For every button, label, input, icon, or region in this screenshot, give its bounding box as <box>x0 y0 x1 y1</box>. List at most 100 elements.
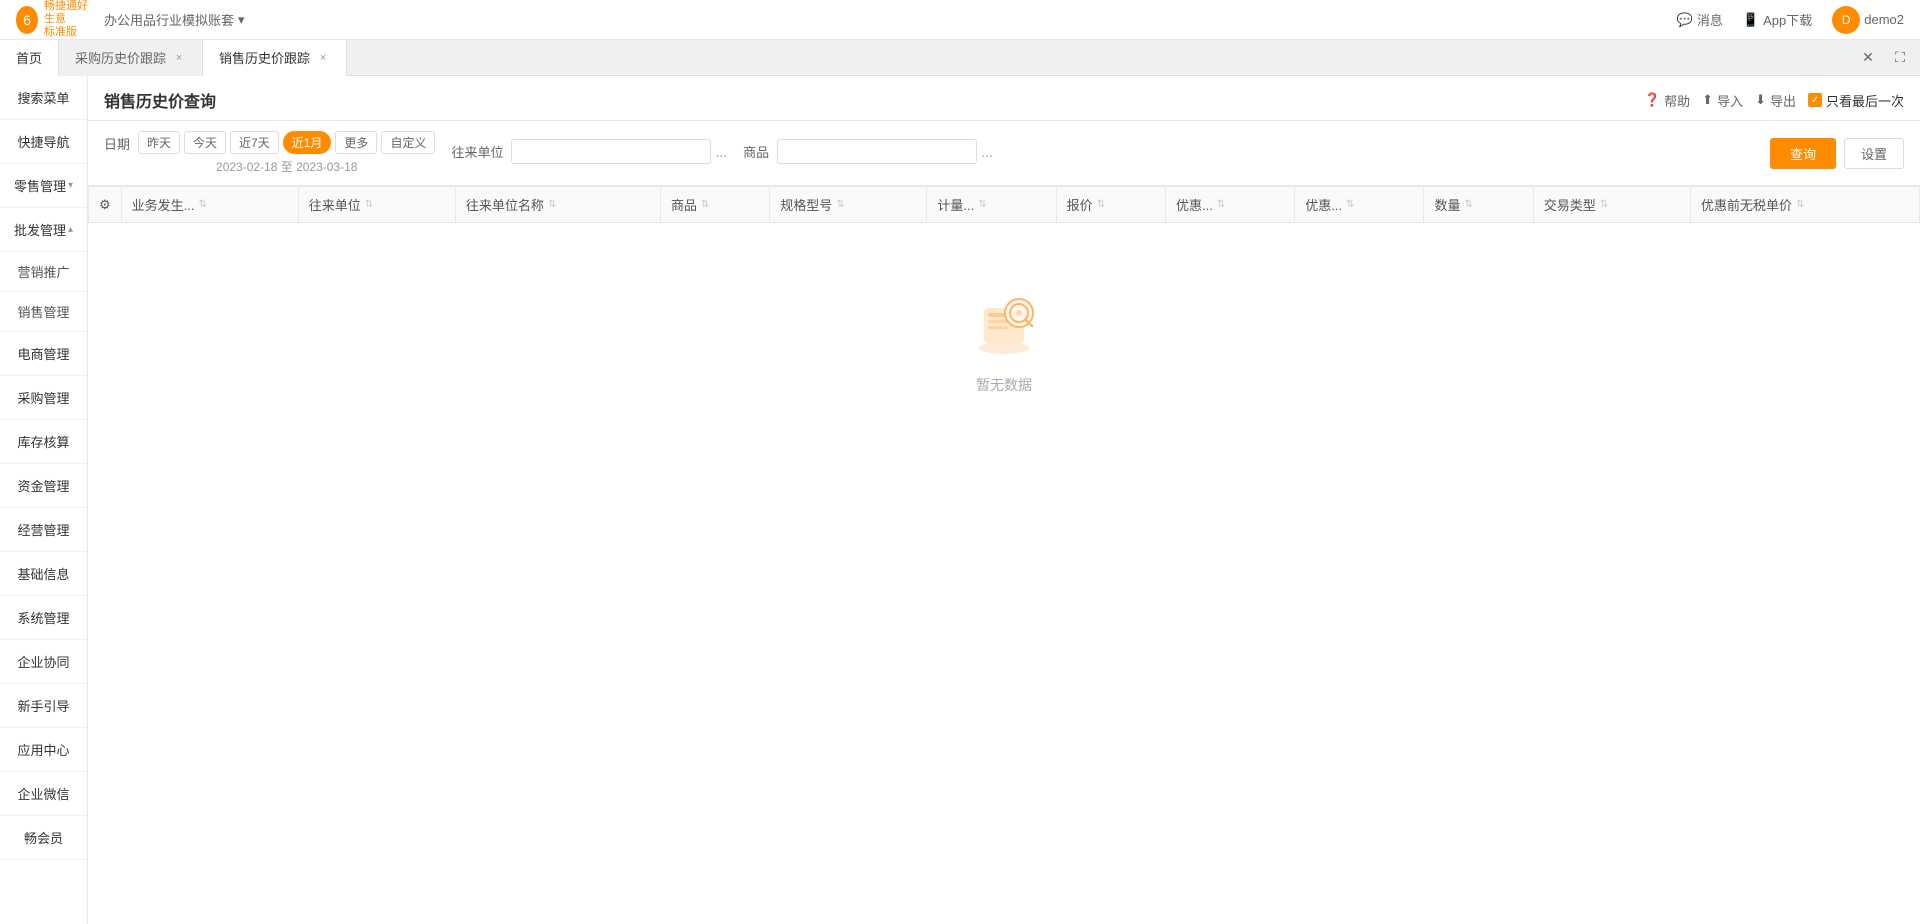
date-btn-1month[interactable]: 近1月 <box>283 131 332 154</box>
product-input-group: ... <box>777 139 993 164</box>
download-icon: 📱 <box>1743 12 1759 28</box>
checkbox-icon: ✓ <box>1808 93 1822 107</box>
date-filter-group: 日期 昨天 今天 近7天 近1月 更多 自定义 2023-02-18 至 202… <box>104 131 435 175</box>
date-btn-yesterday[interactable]: 昨天 <box>138 131 180 154</box>
import-button[interactable]: ⬆ 导入 <box>1702 91 1743 110</box>
th-settings[interactable]: ⚙ <box>89 187 122 223</box>
page-header: 销售历史价查询 ❓ 帮助 ⬆ 导入 ⬇ 导出 ✓ 只看最后一次 <box>88 76 1920 121</box>
th-pre-tax-price[interactable]: 优惠前无税单价⇅ <box>1690 187 1919 223</box>
sidebar-item-marketing[interactable]: 营销推广 <box>0 252 87 292</box>
sort-icon: ⇅ <box>1600 199 1608 210</box>
data-table: ⚙ 业务发生...⇅ 往来单位⇅ 往来单位名称⇅ 商品⇅ <box>88 186 1920 223</box>
th-product[interactable]: 商品⇅ <box>660 187 769 223</box>
only-last-checkbox[interactable]: ✓ 只看最后一次 <box>1808 91 1904 110</box>
customer-dots-button[interactable]: ... <box>715 144 727 160</box>
customer-label: 往来单位 <box>451 139 503 167</box>
main-layout: 搜索菜单 快捷导航 零售管理 ▾ 批发管理 ▴ 营销推广 销售管理 电商管理 采… <box>0 76 1920 924</box>
tab-sales-history[interactable]: 销售历史价跟踪 × <box>203 40 347 76</box>
query-button[interactable]: 查询 <box>1770 138 1836 169</box>
product-dots-button[interactable]: ... <box>981 144 993 160</box>
sidebar-item-enterprise-wechat[interactable]: 企业微信 <box>0 772 87 816</box>
sidebar-item-purchase[interactable]: 采购管理 <box>0 376 87 420</box>
th-customer-name[interactable]: 往来单位名称⇅ <box>455 187 660 223</box>
sidebar-item-system[interactable]: 系统管理 <box>0 596 87 640</box>
sort-icon: ⇅ <box>1217 199 1225 210</box>
th-quote[interactable]: 报价⇅ <box>1056 187 1165 223</box>
date-btn-today[interactable]: 今天 <box>184 131 226 154</box>
sidebar-item-retail-mgmt[interactable]: 零售管理 ▾ <box>0 164 87 208</box>
chevron-down-icon: ▾ <box>238 12 245 28</box>
header-left: 6 畅捷通好生意 标准版 办公用品行业模拟账套 ▾ <box>16 0 245 39</box>
help-button[interactable]: ❓ 帮助 <box>1644 91 1690 110</box>
empty-text: 暂无数据 <box>976 375 1032 395</box>
sidebar-item-wholesale-mgmt[interactable]: 批发管理 ▴ <box>0 208 87 252</box>
th-biz-date[interactable]: 业务发生...⇅ <box>121 187 298 223</box>
date-range-text: 2023-02-18 至 2023-03-18 <box>216 158 357 175</box>
user-menu[interactable]: D demo2 <box>1832 6 1904 34</box>
filter-area: 日期 昨天 今天 近7天 近1月 更多 自定义 2023-02-18 至 202… <box>88 121 1920 186</box>
tab-purchase-history[interactable]: 采购历史价跟踪 × <box>59 40 203 76</box>
export-icon: ⬇ <box>1755 92 1766 108</box>
empty-state: 暂无数据 <box>88 223 1920 455</box>
th-discount2[interactable]: 优惠...⇅ <box>1295 187 1424 223</box>
query-action-row: 查询 设置 <box>1770 138 1904 169</box>
sidebar-item-operations[interactable]: 经营管理 <box>0 508 87 552</box>
maximize-button[interactable]: ⛶ <box>1888 46 1912 70</box>
th-customer-code[interactable]: 往来单位⇅ <box>298 187 455 223</box>
header-right: 💬 消息 📱 App下载 D demo2 <box>1677 6 1904 34</box>
sidebar-item-finance[interactable]: 资金管理 <box>0 464 87 508</box>
customer-filter-group: 往来单位 ... <box>451 139 727 167</box>
product-input[interactable] <box>777 139 977 164</box>
sidebar-item-inventory[interactable]: 库存核算 <box>0 420 87 464</box>
customer-input-group: ... <box>511 139 727 164</box>
sidebar-item-app-center[interactable]: 应用中心 <box>0 728 87 772</box>
sidebar-item-member[interactable]: 畅会员 <box>0 816 87 860</box>
tab-close-purchase[interactable]: × <box>172 51 186 65</box>
sidebar-item-search-menu[interactable]: 搜索菜单 <box>0 76 87 120</box>
sidebar-item-cooperation[interactable]: 企业协同 <box>0 640 87 684</box>
sidebar-item-sales-mgmt[interactable]: 销售管理 <box>0 292 87 332</box>
chevron-down-icon: ▾ <box>68 180 73 191</box>
th-quantity[interactable]: 数量⇅ <box>1424 187 1533 223</box>
tab-home[interactable]: 首页 <box>0 40 59 76</box>
sort-icon: ⇅ <box>1465 199 1473 210</box>
export-button[interactable]: ⬇ 导出 <box>1755 91 1796 110</box>
content-area: 销售历史价查询 ❓ 帮助 ⬆ 导入 ⬇ 导出 ✓ 只看最后一次 <box>88 76 1920 924</box>
sort-icon: ⇅ <box>978 199 986 210</box>
date-btn-7days[interactable]: 近7天 <box>230 131 279 154</box>
th-trade-type[interactable]: 交易类型⇅ <box>1533 187 1690 223</box>
close-tab-button[interactable]: ✕ <box>1856 46 1880 70</box>
help-icon: ❓ <box>1644 92 1660 108</box>
page-header-actions: ❓ 帮助 ⬆ 导入 ⬇ 导出 ✓ 只看最后一次 <box>1644 91 1904 110</box>
empty-illustration <box>964 283 1044 363</box>
message-button[interactable]: 💬 消息 <box>1677 10 1723 29</box>
chevron-up-icon: ▴ <box>68 224 73 235</box>
customer-input[interactable] <box>511 139 711 164</box>
logo-text: 畅捷通好生意 标准版 <box>44 0 96 39</box>
workspace-selector[interactable]: 办公用品行业模拟账套 ▾ <box>104 10 245 29</box>
date-buttons: 昨天 今天 近7天 近1月 更多 自定义 2023-02-18 至 2023-0… <box>138 131 435 175</box>
date-btn-custom[interactable]: 自定义 <box>381 131 435 154</box>
product-label: 商品 <box>743 139 769 167</box>
sidebar-item-quick-nav[interactable]: 快捷导航 <box>0 120 87 164</box>
th-spec[interactable]: 规格型号⇅ <box>770 187 927 223</box>
sort-icon: ⇅ <box>365 199 373 210</box>
sidebar-item-ecommerce[interactable]: 电商管理 <box>0 332 87 376</box>
sort-icon: ⇅ <box>836 199 844 210</box>
tab-close-sales[interactable]: × <box>316 51 330 65</box>
avatar: D <box>1832 6 1860 34</box>
th-unit[interactable]: 计量...⇅ <box>927 187 1056 223</box>
date-button-row: 昨天 今天 近7天 近1月 更多 自定义 <box>138 131 435 154</box>
top-header: 6 畅捷通好生意 标准版 办公用品行业模拟账套 ▾ 💬 消息 📱 App下载 D… <box>0 0 1920 40</box>
sidebar-item-guide[interactable]: 新手引导 <box>0 684 87 728</box>
sort-icon: ⇅ <box>701 199 709 210</box>
table-header: ⚙ 业务发生...⇅ 往来单位⇅ 往来单位名称⇅ 商品⇅ <box>89 187 1920 223</box>
settings-button[interactable]: 设置 <box>1844 138 1904 169</box>
th-discount1[interactable]: 优惠...⇅ <box>1165 187 1294 223</box>
sidebar-item-basic-info[interactable]: 基础信息 <box>0 552 87 596</box>
app-download-button[interactable]: 📱 App下载 <box>1743 10 1812 29</box>
import-icon: ⬆ <box>1702 92 1713 108</box>
sort-icon: ⇅ <box>1346 199 1354 210</box>
date-btn-more[interactable]: 更多 <box>335 131 377 154</box>
date-label: 日期 <box>104 131 130 159</box>
